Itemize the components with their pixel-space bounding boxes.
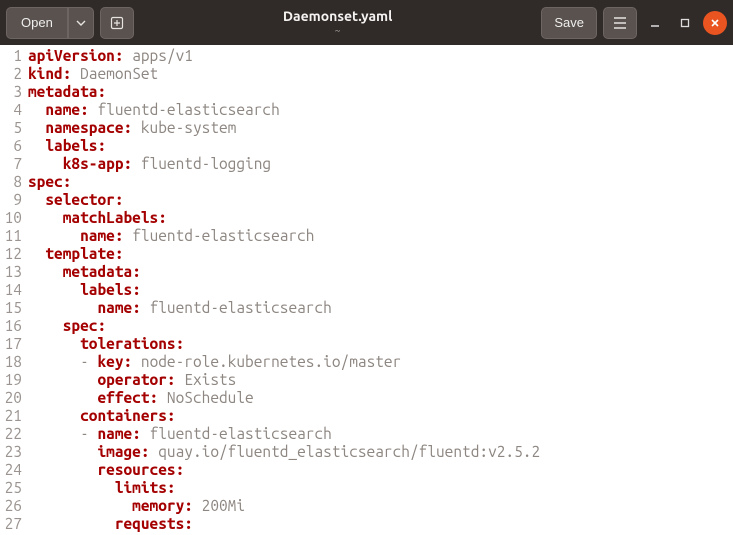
editor[interactable]: 1234567891011121314151617181920212223242… [0,45,733,535]
line-number: 11 [0,227,22,245]
titlebar-right: Save [541,7,727,39]
code-line[interactable]: selector: [28,191,733,209]
new-tab-button[interactable] [100,7,134,39]
line-number: 2 [0,65,22,83]
code-line[interactable]: - key: node-role.kubernetes.io/master [28,353,733,371]
code-line[interactable]: requests: [28,515,733,533]
line-number: 16 [0,317,22,335]
code-line[interactable]: effect: NoSchedule [28,389,733,407]
line-number: 14 [0,281,22,299]
line-number: 8 [0,173,22,191]
line-number: 21 [0,407,22,425]
line-number: 24 [0,461,22,479]
code-line[interactable]: limits: [28,479,733,497]
code-line[interactable]: metadata: [28,263,733,281]
code-line[interactable]: template: [28,245,733,263]
line-number: 4 [0,101,22,119]
code-line[interactable]: k8s-app: fluentd-logging [28,155,733,173]
code-line[interactable]: labels: [28,137,733,155]
line-number: 3 [0,83,22,101]
open-button[interactable]: Open [6,7,68,39]
line-number: 10 [0,209,22,227]
code-line[interactable]: kind: DaemonSet [28,65,733,83]
line-number: 1 [0,47,22,65]
line-number: 27 [0,515,22,533]
window-close-button[interactable] [703,11,727,35]
close-icon [710,18,720,28]
titlebar-left: Open [6,7,134,39]
line-number: 18 [0,353,22,371]
hamburger-menu-button[interactable] [603,7,637,39]
code-line[interactable]: name: fluentd-elasticsearch [28,227,733,245]
code-line[interactable]: - name: fluentd-elasticsearch [28,425,733,443]
code-line[interactable]: namespace: kube-system [28,119,733,137]
document-title: Daemonset.yaml [283,9,393,24]
code-line[interactable]: operator: Exists [28,371,733,389]
code-line[interactable]: apiVersion: apps/v1 [28,47,733,65]
code-line[interactable]: name: fluentd-elasticsearch [28,299,733,317]
line-number: 15 [0,299,22,317]
maximize-icon [680,18,690,28]
save-button[interactable]: Save [541,7,597,39]
code-line[interactable]: spec: [28,173,733,191]
line-number: 13 [0,263,22,281]
code-line[interactable]: resources: [28,461,733,479]
open-dropdown-button[interactable] [68,7,94,39]
code-line[interactable]: name: fluentd-elasticsearch [28,101,733,119]
code-line[interactable]: memory: 200Mi [28,497,733,515]
line-number: 6 [0,137,22,155]
line-number: 12 [0,245,22,263]
line-number: 17 [0,335,22,353]
line-number: 23 [0,443,22,461]
titlebar: Open Daemonset.yaml ~ Save [0,0,733,45]
titlebar-center: Daemonset.yaml ~ [140,9,536,36]
line-number: 22 [0,425,22,443]
window-minimize-button[interactable] [643,11,667,35]
line-number: 19 [0,371,22,389]
line-number: 20 [0,389,22,407]
code-line[interactable]: metadata: [28,83,733,101]
window-maximize-button[interactable] [673,11,697,35]
new-tab-icon [109,15,125,31]
line-number: 7 [0,155,22,173]
hamburger-icon [613,17,627,29]
line-number: 5 [0,119,22,137]
code-line[interactable]: spec: [28,317,733,335]
chevron-down-icon [76,20,86,26]
line-number: 26 [0,497,22,515]
line-number: 9 [0,191,22,209]
line-number: 25 [0,479,22,497]
code-line[interactable]: containers: [28,407,733,425]
code-line[interactable]: labels: [28,281,733,299]
code-line[interactable]: tolerations: [28,335,733,353]
document-subtitle: ~ [335,25,341,36]
minimize-icon [650,18,660,28]
line-number-gutter: 1234567891011121314151617181920212223242… [0,47,28,535]
code-line[interactable]: matchLabels: [28,209,733,227]
code-line[interactable]: image: quay.io/fluentd_elasticsearch/flu… [28,443,733,461]
code-area[interactable]: apiVersion: apps/v1kind: DaemonSetmetada… [28,47,733,535]
